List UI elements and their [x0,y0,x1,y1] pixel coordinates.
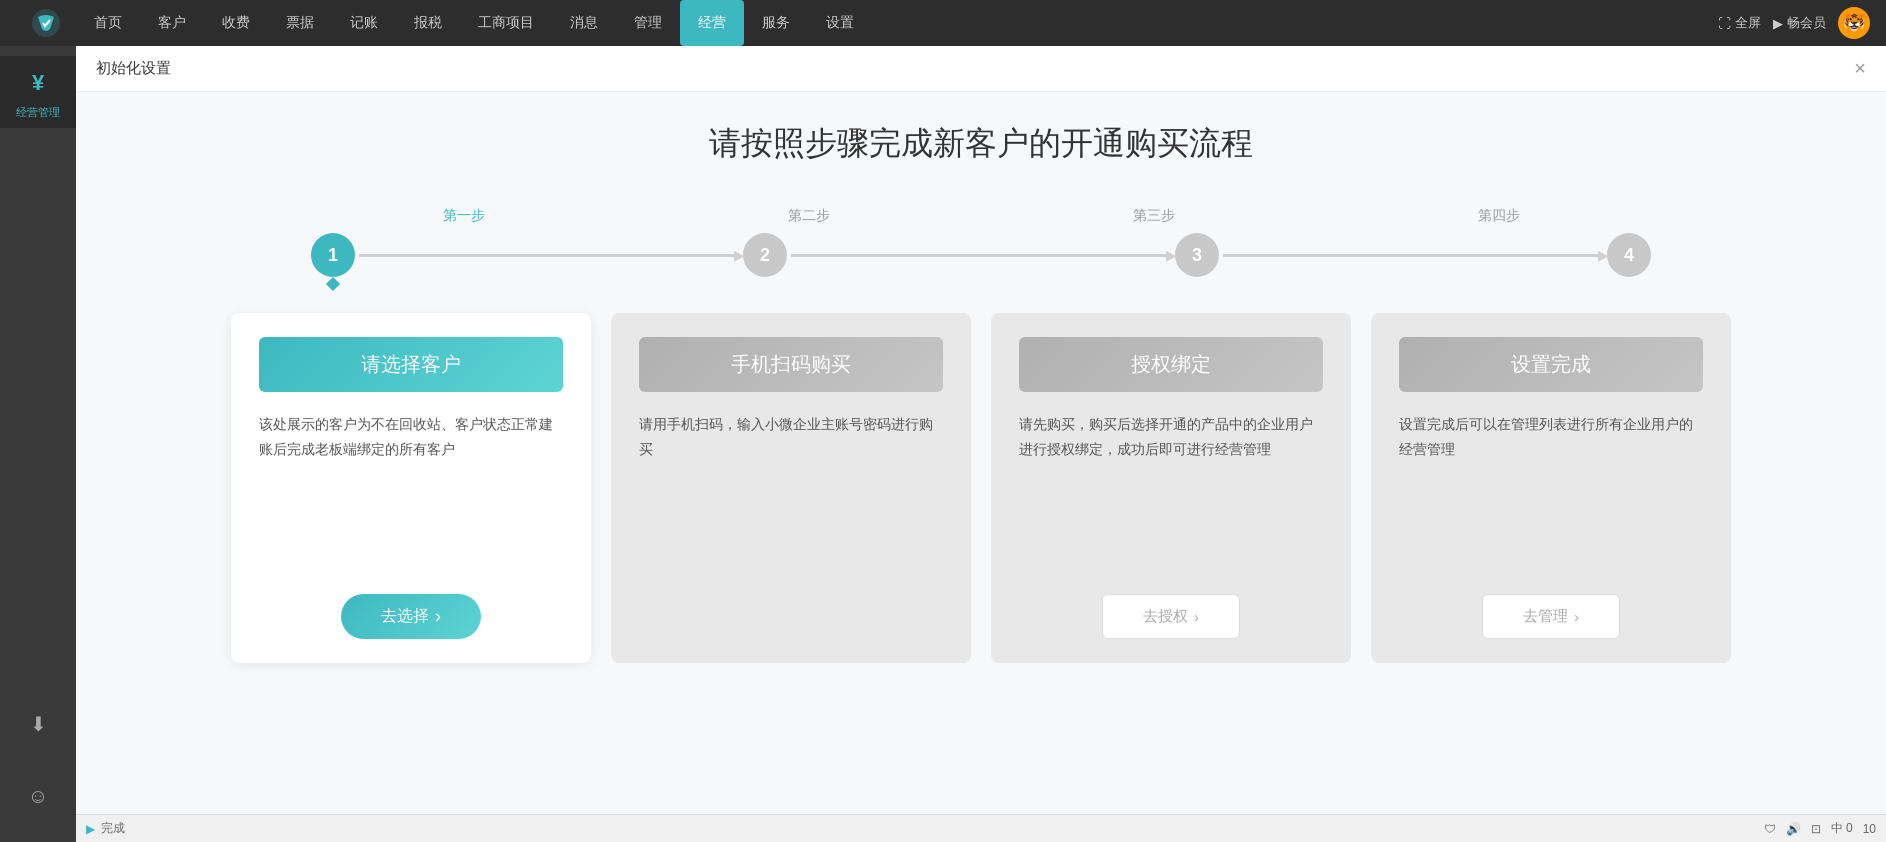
page-header: 初始化设置 × [76,46,1886,92]
sidebar-download[interactable]: ⬇ [0,688,76,760]
arrow2-icon: ▶ [1166,247,1177,263]
fullscreen-label: 全屏 [1735,14,1761,32]
card4-header: 设置完成 [1399,337,1703,392]
go-auth-label: 去授权 [1143,607,1188,626]
nav-logo [16,7,76,39]
nav-message[interactable]: 消息 [552,0,616,46]
main-content: 初始化设置 × 请按照步骤完成新客户的开通购买流程 第一步 第二步 第三步 [76,46,1886,842]
member-button[interactable]: ▶ 畅会员 [1773,14,1826,32]
card4-footer: 去管理 › [1399,594,1703,639]
nav-business[interactable]: 工商项目 [460,0,552,46]
nav-settings[interactable]: 设置 [808,0,872,46]
go-select-button[interactable]: 去选择 › [341,594,481,639]
main-layout: ¥ 经营管理 ⬇ ☺ 初始化设置 × 请按照步骤完成新客户的开通购买流程 [0,46,1886,842]
card1-body: 该处展示的客户为不在回收站、客户状态正常建账后完成老板端绑定的所有客户 [259,412,563,574]
step3-label: 第三步 [1133,207,1175,223]
nav-manage[interactable]: 管理 [616,0,680,46]
go-manage-label: 去管理 [1523,607,1568,626]
card-step2: 手机扫码购买 请用手机扫码，输入小微企业主账号密码进行购买 [611,313,971,663]
nav-charge[interactable]: 收费 [204,0,268,46]
fullscreen-icon: ⛶ [1718,16,1731,31]
card2-body: 请用手机扫码，输入小微企业主账号密码进行购买 [639,412,943,639]
sidebar-item-label: 经营管理 [16,105,60,120]
card-step1: 请选择客户 该处展示的客户为不在回收站、客户状态正常建账后完成老板端绑定的所有客… [231,313,591,663]
nav-items: 首页 客户 收费 票据 记账 报税 工商项目 消息 管理 经营 服务 设置 [76,0,1718,46]
nav-home[interactable]: 首页 [76,0,140,46]
go-manage-arrow: › [1574,608,1579,625]
card1-header: 请选择客户 [259,337,563,392]
video-icon: ▶ [1773,16,1783,31]
status-label: 完成 [101,820,125,837]
yuan-icon: ¥ [20,65,56,101]
nav-service[interactable]: 服务 [744,0,808,46]
input-status: 中 0 [1831,820,1853,837]
sidebar: ¥ 经营管理 ⬇ ☺ [0,46,76,842]
arrow3-icon: ▶ [1598,247,1609,263]
support-icon: ☺ [20,778,56,814]
step1-label: 第一步 [443,207,485,223]
sidebar-bottom: ⬇ ☺ [0,688,76,842]
card3-footer: 去授权 › [1019,594,1323,639]
sidebar-support[interactable]: ☺ [0,760,76,832]
download-icon: ⬇ [20,706,56,742]
nav-customer[interactable]: 客户 [140,0,204,46]
nav-right: ⛶ 全屏 ▶ 畅会员 🐯 [1718,7,1870,39]
go-auth-arrow: › [1194,608,1199,625]
user-avatar[interactable]: 🐯 [1838,7,1870,39]
nav-bill[interactable]: 票据 [268,0,332,46]
content-area: 请按照步骤完成新客户的开通购买流程 第一步 第二步 第三步 第四步 [76,92,1886,814]
step1-circle: 1 [311,233,355,277]
nav-account[interactable]: 记账 [332,0,396,46]
cards-row: 请选择客户 该处展示的客户为不在回收站、客户状态正常建账后完成老板端绑定的所有客… [231,313,1731,663]
card2-header: 手机扫码购买 [639,337,943,392]
go-select-label: 去选择 [381,606,429,627]
member-label: 畅会员 [1787,14,1826,32]
step3-circle: 3 [1175,233,1219,277]
volume-icon: 🔊 [1786,822,1801,836]
step2-circle: 2 [743,233,787,277]
card1-footer: 去选择 › [259,594,563,639]
time-display: 10 [1863,822,1876,836]
step2-label: 第二步 [788,207,830,223]
card-step4: 设置完成 设置完成后可以在管理列表进行所有企业用户的经营管理 去管理 › [1371,313,1731,663]
step4-label: 第四步 [1478,207,1520,223]
go-manage-button[interactable]: 去管理 › [1482,594,1620,639]
card3-header: 授权绑定 [1019,337,1323,392]
main-title: 请按照步骤完成新客户的开通购买流程 [709,122,1253,166]
go-auth-button[interactable]: 去授权 › [1102,594,1240,639]
go-select-arrow: › [435,606,441,627]
sidebar-item-operation[interactable]: ¥ 经营管理 [0,56,76,128]
nav-tax[interactable]: 报税 [396,0,460,46]
card4-body: 设置完成后可以在管理列表进行所有企业用户的经营管理 [1399,412,1703,574]
status-left: ▶ 完成 [86,820,125,837]
close-button[interactable]: × [1854,57,1866,80]
arrow1-icon: ▶ [734,247,745,263]
nav-operation[interactable]: 经营 [680,0,744,46]
network-icon: ⊡ [1811,822,1821,836]
play-icon: ▶ [86,822,95,836]
shield-icon: 🛡 [1764,822,1776,836]
status-bar: ▶ 完成 🛡 🔊 ⊡ 中 0 10 [76,814,1886,842]
page-title: 初始化设置 [96,59,171,78]
top-nav: 首页 客户 收费 票据 记账 报税 工商项目 消息 管理 经营 服务 设置 ⛶ … [0,0,1886,46]
step4-circle: 4 [1607,233,1651,277]
fullscreen-button[interactable]: ⛶ 全屏 [1718,14,1761,32]
card3-body: 请先购买，购买后选择开通的产品中的企业用户进行授权绑定，成功后即可进行经营管理 [1019,412,1323,574]
card-step3: 授权绑定 请先购买，购买后选择开通的产品中的企业用户进行授权绑定，成功后即可进行… [991,313,1351,663]
status-right: 🛡 🔊 ⊡ 中 0 10 [1764,820,1876,837]
